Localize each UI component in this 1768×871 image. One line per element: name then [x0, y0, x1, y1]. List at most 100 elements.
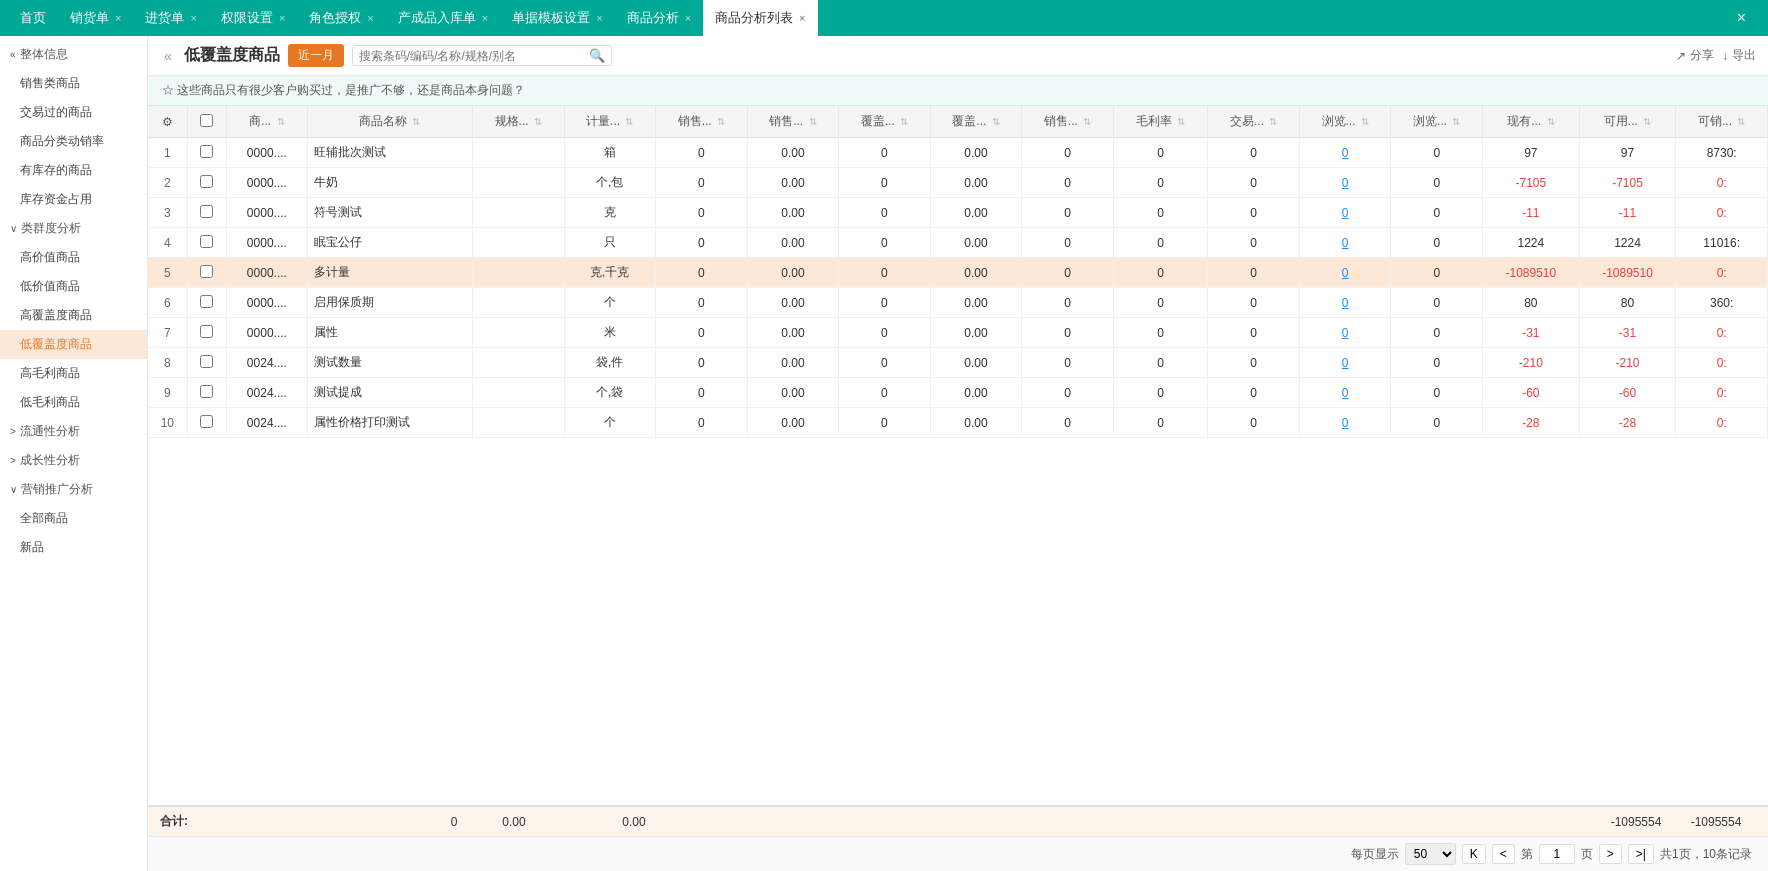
sidebar-section-group-analysis[interactable]: ∨ 类群度分析: [0, 214, 147, 243]
col-sales3[interactable]: 销售... ⇅: [1022, 106, 1114, 138]
row-checkbox[interactable]: [187, 228, 226, 258]
col-current-stock[interactable]: 现有... ⇅: [1483, 106, 1580, 138]
sidebar-item-all-goods[interactable]: 全部商品: [0, 504, 147, 533]
nav-template-settings[interactable]: 单据模板设置 ×: [500, 0, 614, 36]
row-unit: 箱: [564, 138, 656, 168]
row-browse1[interactable]: 0: [1299, 408, 1391, 438]
row-browse1[interactable]: 0: [1299, 378, 1391, 408]
close-icon[interactable]: ×: [685, 12, 691, 24]
row-browse1[interactable]: 0: [1299, 168, 1391, 198]
col-settings[interactable]: ⚙: [148, 106, 187, 138]
row-select-checkbox[interactable]: [200, 415, 213, 428]
row-checkbox[interactable]: [187, 168, 226, 198]
sidebar-item-category-turnover[interactable]: 商品分类动销率: [0, 127, 147, 156]
nav-permissions[interactable]: 权限设置 ×: [209, 0, 297, 36]
col-trade[interactable]: 交易... ⇅: [1208, 106, 1300, 138]
col-sales-qty[interactable]: 销售... ⇅: [656, 106, 748, 138]
col-gross-margin[interactable]: 毛利率 ⇅: [1113, 106, 1208, 138]
sidebar-item-low-coverage[interactable]: 低覆盖度商品: [0, 330, 147, 359]
export-button[interactable]: ↓ 导出: [1722, 47, 1756, 64]
share-button[interactable]: ↗ 分享: [1676, 47, 1714, 64]
sidebar-section-liquidity[interactable]: > 流通性分析: [0, 417, 147, 446]
col-available[interactable]: 可用... ⇅: [1579, 106, 1676, 138]
row-checkbox[interactable]: [187, 198, 226, 228]
row-checkbox[interactable]: [187, 288, 226, 318]
col-unit[interactable]: 计量... ⇅: [564, 106, 656, 138]
sidebar-section-overall[interactable]: « 整体信息: [0, 40, 147, 69]
sidebar-item-high-coverage[interactable]: 高覆盖度商品: [0, 301, 147, 330]
row-browse2: 0: [1391, 168, 1483, 198]
nav-product-instock[interactable]: 产成品入库单 ×: [386, 0, 500, 36]
nav-role-auth[interactable]: 角色授权 ×: [297, 0, 385, 36]
nav-home[interactable]: 首页: [8, 0, 58, 36]
col-browse1[interactable]: 浏览... ⇅: [1299, 106, 1391, 138]
row-select-checkbox[interactable]: [200, 145, 213, 158]
row-browse1[interactable]: 0: [1299, 198, 1391, 228]
row-browse1[interactable]: 0: [1299, 288, 1391, 318]
nav-goods-analysis-list[interactable]: 商品分析列表 ×: [703, 0, 817, 36]
close-icon[interactable]: ×: [799, 12, 805, 24]
sidebar-item-high-value[interactable]: 高价值商品: [0, 243, 147, 272]
window-close-button[interactable]: ×: [1723, 9, 1760, 27]
sidebar-item-new-goods[interactable]: 新品: [0, 533, 147, 562]
close-icon[interactable]: ×: [190, 12, 196, 24]
row-select-checkbox[interactable]: [200, 235, 213, 248]
col-name[interactable]: 商品名称 ⇅: [307, 106, 472, 138]
nav-purchase-order[interactable]: 进货单 ×: [133, 0, 208, 36]
per-page-select[interactable]: 20 50 100 200: [1405, 843, 1456, 865]
row-checkbox[interactable]: [187, 378, 226, 408]
row-select-checkbox[interactable]: [200, 265, 213, 278]
table-container[interactable]: ⚙ 商... ⇅ 商品名称 ⇅ 规格... ⇅ 计量... ⇅ 销售... ⇅ …: [148, 106, 1768, 805]
row-select-checkbox[interactable]: [200, 325, 213, 338]
sidebar-section-marketing[interactable]: ∨ 营销推广分析: [0, 475, 147, 504]
row-checkbox[interactable]: [187, 318, 226, 348]
sidebar-item-stocked-goods[interactable]: 有库存的商品: [0, 156, 147, 185]
row-select-checkbox[interactable]: [200, 355, 213, 368]
close-icon[interactable]: ×: [115, 12, 121, 24]
sidebar-collapse-button[interactable]: «: [160, 46, 176, 66]
row-browse1[interactable]: 0: [1299, 228, 1391, 258]
row-select-checkbox[interactable]: [200, 205, 213, 218]
nav-goods-analysis[interactable]: 商品分析 ×: [615, 0, 703, 36]
close-icon[interactable]: ×: [279, 12, 285, 24]
row-browse1[interactable]: 0: [1299, 348, 1391, 378]
col-code[interactable]: 商... ⇅: [227, 106, 307, 138]
col-spec[interactable]: 规格... ⇅: [472, 106, 564, 138]
date-filter-button[interactable]: 近一月: [288, 44, 344, 67]
sidebar-item-low-margin[interactable]: 低毛利商品: [0, 388, 147, 417]
row-checkbox[interactable]: [187, 348, 226, 378]
col-coverage2[interactable]: 覆盖... ⇅: [930, 106, 1022, 138]
row-checkbox[interactable]: [187, 138, 226, 168]
sidebar-item-traded-goods[interactable]: 交易过的商品: [0, 98, 147, 127]
row-browse1[interactable]: 0: [1299, 258, 1391, 288]
col-browse2[interactable]: 浏览... ⇅: [1391, 106, 1483, 138]
row-checkbox[interactable]: [187, 408, 226, 438]
nav-sales-order[interactable]: 销货单 ×: [58, 0, 133, 36]
sidebar-item-high-margin[interactable]: 高毛利商品: [0, 359, 147, 388]
last-page-button[interactable]: >|: [1628, 844, 1654, 864]
sidebar-item-sales-goods[interactable]: 销售类商品: [0, 69, 147, 98]
row-select-checkbox[interactable]: [200, 295, 213, 308]
next-page-button[interactable]: >: [1599, 844, 1622, 864]
row-select-checkbox[interactable]: [200, 175, 213, 188]
col-coverage1[interactable]: 覆盖... ⇅: [839, 106, 931, 138]
prev-page-button[interactable]: <: [1492, 844, 1515, 864]
close-icon[interactable]: ×: [367, 12, 373, 24]
select-all-checkbox[interactable]: [200, 114, 213, 127]
col-sales-amt[interactable]: 销售... ⇅: [747, 106, 839, 138]
row-select-checkbox[interactable]: [200, 385, 213, 398]
close-icon[interactable]: ×: [482, 12, 488, 24]
per-page-label: 每页显示: [1351, 846, 1399, 863]
sidebar-section-growth[interactable]: > 成长性分析: [0, 446, 147, 475]
search-input[interactable]: [359, 49, 589, 63]
col-saleable[interactable]: 可销... ⇅: [1676, 106, 1768, 138]
row-checkbox[interactable]: [187, 258, 226, 288]
sidebar-item-inventory-capital[interactable]: 库存资金占用: [0, 185, 147, 214]
sidebar-item-low-value[interactable]: 低价值商品: [0, 272, 147, 301]
first-page-button[interactable]: K: [1462, 844, 1486, 864]
row-spec: [472, 378, 564, 408]
row-browse1[interactable]: 0: [1299, 138, 1391, 168]
row-browse1[interactable]: 0: [1299, 318, 1391, 348]
page-number-input[interactable]: [1539, 844, 1575, 864]
close-icon[interactable]: ×: [596, 12, 602, 24]
